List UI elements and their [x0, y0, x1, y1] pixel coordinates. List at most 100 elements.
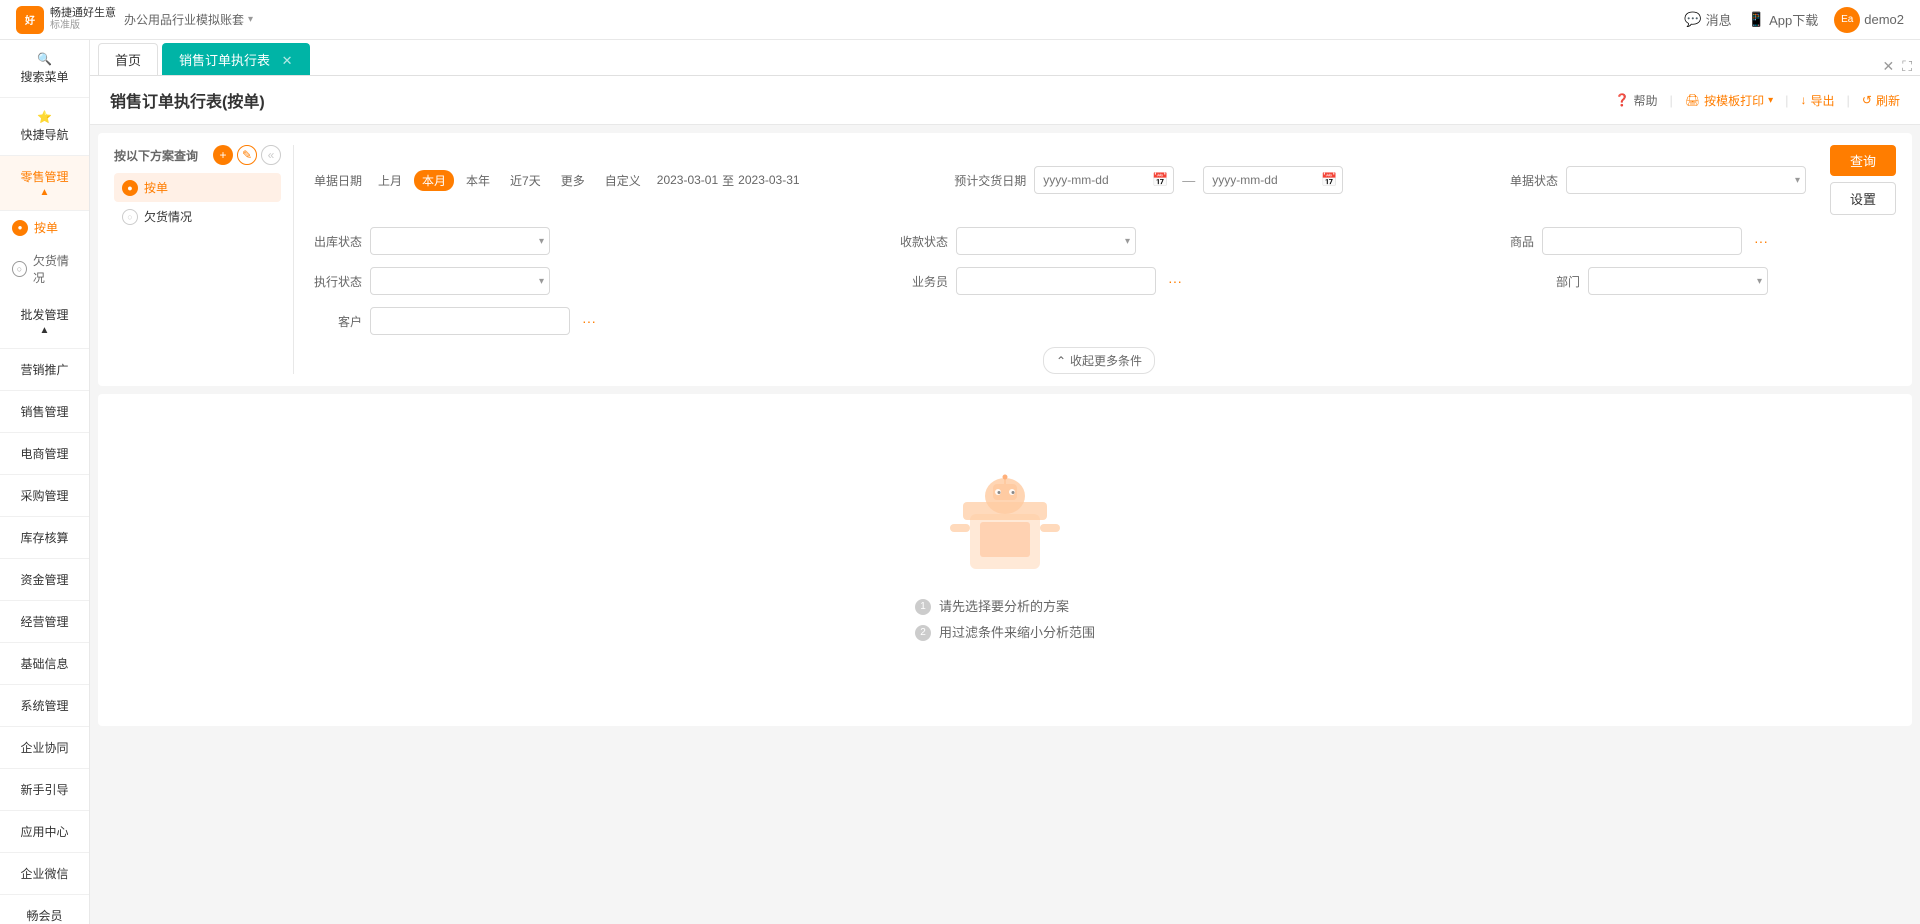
- settings-button[interactable]: 设置: [1830, 182, 1896, 215]
- divider1: |: [1669, 93, 1672, 108]
- fullscreen-icon[interactable]: ⛶: [1902, 58, 1912, 75]
- date-btn-more[interactable]: 更多: [553, 170, 593, 191]
- divider3: |: [1847, 93, 1850, 108]
- quick-nav-icon: ⭐: [37, 110, 52, 124]
- sidebar-item-retail[interactable]: 零售管理 ▲: [0, 156, 89, 211]
- sidebar-sub-credit[interactable]: ○ 欠货情况: [0, 244, 89, 294]
- scheme-item-by-order[interactable]: ● 按单: [114, 173, 281, 202]
- scheme-dot-order: ●: [122, 180, 138, 196]
- refresh-button[interactable]: ↺ 刷新: [1862, 92, 1900, 109]
- sidebar-item-search-menu[interactable]: 🔍 搜索菜单: [0, 40, 89, 98]
- sidebar-item-quick-nav[interactable]: ⭐ 快捷导航: [0, 98, 89, 156]
- expected-date-label: 预计交货日期: [954, 172, 1026, 189]
- exec-status-select[interactable]: [370, 267, 550, 295]
- date-separator: —: [1182, 173, 1195, 188]
- export-button[interactable]: ↓ 导出: [1801, 92, 1835, 109]
- sidebar-item-basic[interactable]: 基础信息: [0, 643, 89, 685]
- sidebar-item-business[interactable]: 经营管理: [0, 601, 89, 643]
- page-header: 销售订单执行表(按单) ❓ 帮助 | 🖨 按模板打印 ▾ | ↓: [90, 76, 1920, 125]
- sidebar-item-member[interactable]: 畅会员: [0, 895, 89, 924]
- page-content: 销售订单执行表(按单) ❓ 帮助 | 🖨 按模板打印 ▾ | ↓: [90, 76, 1920, 924]
- filter-row-4: 客户 ···: [302, 307, 1896, 335]
- status-label: 单据状态: [1498, 172, 1558, 189]
- sidebar-item-purchase[interactable]: 采购管理: [0, 475, 89, 517]
- scheme-title: 按以下方案查询 + ✎ «: [114, 145, 281, 165]
- logo-text: 畅捷通好生意 标准版: [50, 7, 116, 32]
- app-logo-icon: 好: [16, 6, 44, 34]
- exec-status-wrap: [370, 267, 550, 295]
- message-button[interactable]: 💬 消息: [1684, 10, 1731, 29]
- customer-dots-button[interactable]: ···: [582, 313, 596, 329]
- collapse-button[interactable]: ⌃ 收起更多条件: [1043, 347, 1155, 374]
- scheme-actions: + ✎ «: [213, 145, 281, 165]
- app-download-icon: 📱: [1748, 11, 1765, 28]
- status-select-wrap: [1566, 166, 1806, 194]
- date-btn-last7[interactable]: 近7天: [502, 170, 549, 191]
- add-scheme-button[interactable]: +: [213, 145, 233, 165]
- main-container: 🔍 搜索菜单 ⭐ 快捷导航 零售管理 ▲ ● 按单 ○ 欠货情况 批发管理 ▲ …: [0, 40, 1920, 924]
- sidebar-item-finance[interactable]: 资金管理: [0, 559, 89, 601]
- query-button[interactable]: 查询: [1830, 145, 1896, 176]
- expected-date-start-input[interactable]: [1034, 166, 1174, 194]
- dept-select[interactable]: [1588, 267, 1768, 295]
- expected-date-end-input[interactable]: [1203, 166, 1343, 194]
- empty-illustration: [945, 474, 1065, 574]
- tab-home[interactable]: 首页: [98, 43, 158, 75]
- delivery-status-select[interactable]: [370, 227, 550, 255]
- filter-row-2: 出库状态 收款状态: [302, 227, 1896, 255]
- sub-dot-order: ●: [12, 220, 28, 236]
- payment-status-label: 收款状态: [888, 233, 948, 250]
- salesperson-input[interactable]: [956, 267, 1156, 295]
- customer-input[interactable]: [370, 307, 570, 335]
- sidebar-item-inventory[interactable]: 库存核算: [0, 517, 89, 559]
- date-btn-this-year[interactable]: 本年: [458, 170, 498, 191]
- help-button[interactable]: ❓ 帮助: [1614, 92, 1657, 109]
- customer-label: 客户: [302, 313, 362, 330]
- status-select[interactable]: [1566, 166, 1806, 194]
- sidebar-item-ecommerce[interactable]: 电商管理: [0, 433, 89, 475]
- query-btn-wrap: 查询 设置: [1830, 145, 1896, 215]
- sidebar-item-newbie[interactable]: 新手引导: [0, 769, 89, 811]
- sidebar-item-enterprise[interactable]: 企业协同: [0, 727, 89, 769]
- scheme-item-credit[interactable]: ○ 欠货情况: [114, 202, 281, 231]
- payment-status-select[interactable]: [956, 227, 1136, 255]
- sidebar-item-marketing[interactable]: 营销推广: [0, 349, 89, 391]
- empty-text: 1 请先选择要分析的方案 2 用过滤条件来缩小分析范围: [915, 594, 1095, 646]
- date-label: 单据日期: [302, 172, 362, 189]
- tab-bar-right: ✕ ⛶: [1882, 58, 1920, 75]
- print-arrow-icon: ▾: [1768, 95, 1773, 106]
- step1-num: 1: [915, 599, 931, 615]
- minimize-icon[interactable]: ✕: [1882, 58, 1894, 75]
- salesperson-dots-button[interactable]: ···: [1168, 273, 1182, 289]
- goods-input[interactable]: [1542, 227, 1742, 255]
- scheme-dot-credit: ○: [122, 209, 138, 225]
- scheme-panel: 按以下方案查询 + ✎ « ● 按单 ○: [114, 145, 294, 374]
- date-btn-this-month[interactable]: 本月: [414, 170, 454, 191]
- sidebar-sub-order[interactable]: ● 按单: [0, 211, 89, 244]
- sidebar-item-apps[interactable]: 应用中心: [0, 811, 89, 853]
- tab-sales-order[interactable]: 销售订单执行表 ✕: [162, 43, 310, 75]
- print-button[interactable]: 🖨 按模板打印 ▾: [1685, 92, 1773, 109]
- date-range-display: 2023-03-01 至 2023-03-31: [657, 172, 800, 189]
- user-menu[interactable]: Ea demo2: [1834, 7, 1904, 33]
- sidebar-item-wechat[interactable]: 企业微信: [0, 853, 89, 895]
- sidebar-item-sales[interactable]: 销售管理: [0, 391, 89, 433]
- date-btn-last-month[interactable]: 上月: [370, 170, 410, 191]
- sidebar-item-wholesale[interactable]: 批发管理 ▲: [0, 294, 89, 349]
- empty-svg: [945, 474, 1065, 574]
- collapse-scheme-button[interactable]: «: [261, 145, 281, 165]
- date-btn-custom[interactable]: 自定义: [597, 170, 649, 191]
- tab-close-icon[interactable]: ✕: [282, 53, 293, 68]
- logo-area: 好 畅捷通好生意 标准版: [16, 6, 116, 34]
- sidebar-item-system[interactable]: 系统管理: [0, 685, 89, 727]
- topbar-title[interactable]: 办公用品行业模拟账套 ▾: [124, 11, 253, 28]
- goods-dots-button[interactable]: ···: [1754, 233, 1768, 249]
- filter-area: 单据日期 上月 本月 本年 近7天 更多 自定义 2023-03-01: [302, 145, 1896, 374]
- edit-scheme-button[interactable]: ✎: [237, 145, 257, 165]
- step2-num: 2: [915, 625, 931, 641]
- app-download-button[interactable]: 📱 App下载: [1748, 10, 1819, 29]
- sub-dot-credit: ○: [12, 261, 27, 277]
- salesperson-label: 业务员: [888, 273, 948, 290]
- filter-row-1: 单据日期 上月 本月 本年 近7天 更多 自定义 2023-03-01: [302, 145, 1896, 215]
- page-title: 销售订单执行表(按单): [110, 88, 265, 112]
